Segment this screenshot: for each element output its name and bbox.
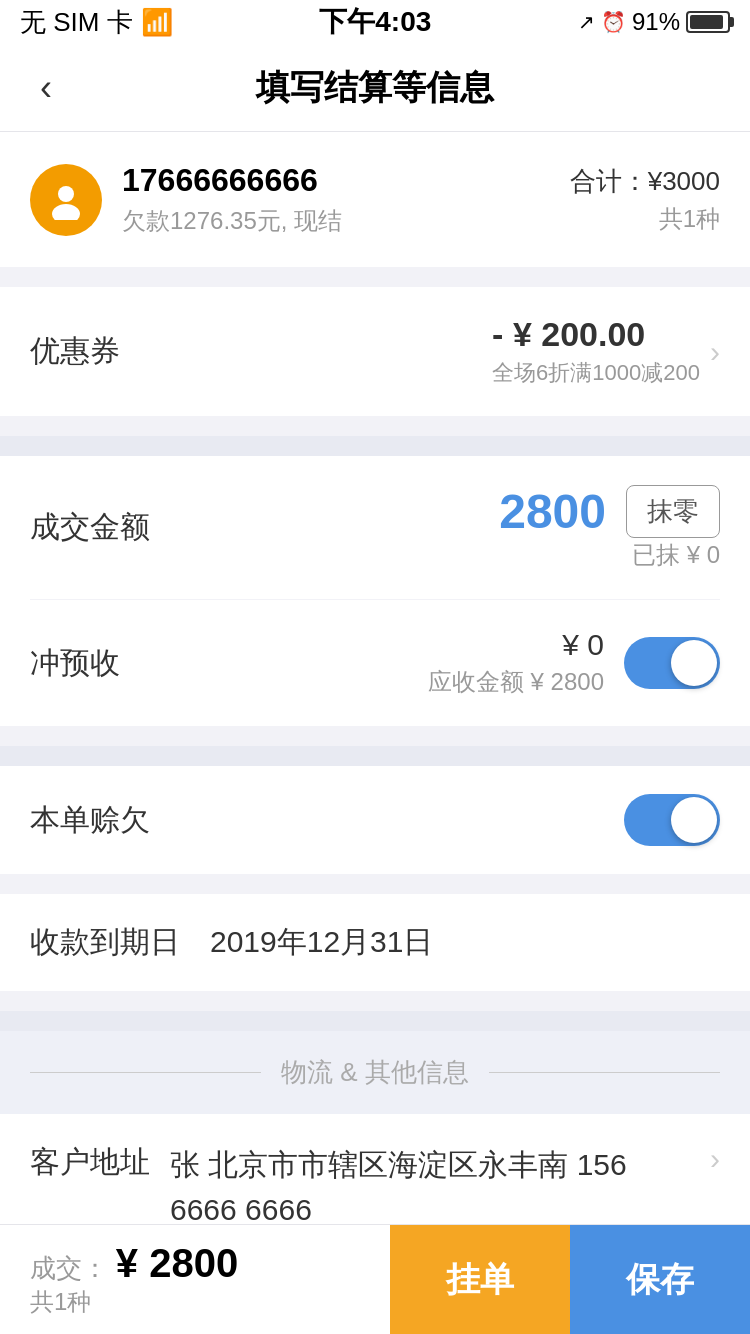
- address-label: 客户地址: [30, 1142, 150, 1183]
- battery-percent: 91%: [632, 8, 680, 36]
- total-count: 共1种: [570, 203, 720, 235]
- transaction-amount-label: 成交金额: [30, 507, 150, 548]
- battery-icon: [686, 11, 730, 33]
- footer-deal-label: 成交：: [30, 1253, 108, 1283]
- save-button[interactable]: 保存: [570, 1225, 750, 1335]
- coupon-desc: 全场6折满1000减200: [492, 358, 700, 388]
- due-date-prefix: 收款到期日: [30, 925, 210, 958]
- logistics-divider: 物流 & 其他信息: [0, 1031, 750, 1114]
- back-button[interactable]: ‹: [30, 57, 62, 119]
- coupon-row[interactable]: 优惠券 - ¥ 200.00 全场6折满1000减200 ›: [0, 287, 750, 416]
- precharge-label: 冲预收: [30, 643, 120, 684]
- debt-toggle-knob: [671, 797, 717, 843]
- pending-button[interactable]: 挂单: [390, 1225, 570, 1335]
- transaction-amount-value: 2800: [499, 484, 606, 539]
- debt-toggle[interactable]: [624, 794, 720, 846]
- section-divider-3: [0, 1011, 750, 1031]
- round-zero-button[interactable]: 抹零: [626, 485, 720, 538]
- address-value: 张 北京市市辖区海淀区永丰南 156 6666 6666: [170, 1142, 690, 1232]
- section-divider-2: [0, 746, 750, 766]
- coupon-label: 优惠券: [30, 331, 120, 372]
- status-bar: 无 SIM 卡 📶 下午4:03 ↗ ⏰ 91%: [0, 0, 750, 44]
- footer-info: 成交： ¥ 2800 共1种: [0, 1241, 390, 1318]
- location-icon: ↗: [578, 10, 595, 34]
- address-chevron-icon: ›: [710, 1142, 720, 1176]
- debt-label: 本单赊欠: [30, 800, 150, 841]
- due-date-label: 收款到期日 2019年12月31日: [30, 925, 433, 958]
- precharge-toggle[interactable]: [624, 637, 720, 689]
- chevron-right-icon: ›: [710, 335, 720, 369]
- content-area: 17666666666 欠款1276.35元, 现结 合计：¥3000 共1种 …: [0, 132, 750, 1334]
- page-title: 填写结算等信息: [256, 65, 494, 111]
- footer-amount: ¥ 2800: [116, 1241, 238, 1285]
- nav-bar: ‹ 填写结算等信息: [0, 44, 750, 132]
- transaction-amount-sub: 已抹 ¥ 0: [499, 539, 720, 571]
- carrier-text: 无 SIM 卡: [20, 5, 133, 40]
- customer-info-card: 17666666666 欠款1276.35元, 现结 合计：¥3000 共1种: [0, 132, 750, 267]
- svg-point-1: [52, 204, 80, 220]
- section-divider-1: [0, 436, 750, 456]
- due-date-value: 2019年12月31日: [210, 925, 433, 958]
- wifi-icon: 📶: [141, 7, 173, 38]
- due-date-section: 收款到期日 2019年12月31日: [0, 894, 750, 991]
- clock-time: 下午4:03: [319, 6, 431, 37]
- alarm-icon: ⏰: [601, 10, 626, 34]
- precharge-sub: 应收金额 ¥ 2800: [428, 666, 604, 698]
- total-label: 合计：¥3000: [570, 164, 720, 199]
- amount-section: 成交金额 2800 抹零 已抹 ¥ 0 冲预收 ¥ 0 应收金额 ¥ 2800: [0, 456, 750, 726]
- footer-bar: 成交： ¥ 2800 共1种 挂单 保存: [0, 1224, 750, 1334]
- logistics-divider-text: 物流 & 其他信息: [261, 1055, 489, 1090]
- customer-phone: 17666666666: [122, 162, 342, 199]
- footer-count: 共1种: [30, 1286, 360, 1318]
- divider-line-right: [489, 1072, 720, 1073]
- toggle-knob: [671, 640, 717, 686]
- customer-subtitle: 欠款1276.35元, 现结: [122, 205, 342, 237]
- coupon-amount: - ¥ 200.00: [492, 315, 700, 354]
- svg-point-0: [58, 186, 74, 202]
- avatar: [30, 164, 102, 236]
- debt-section: 本单赊欠: [0, 766, 750, 874]
- transaction-amount-row: 成交金额 2800 抹零 已抹 ¥ 0: [30, 456, 720, 600]
- precharge-row: 冲预收 ¥ 0 应收金额 ¥ 2800: [30, 600, 720, 726]
- precharge-amount: ¥ 0: [428, 628, 604, 662]
- divider-line-left: [30, 1072, 261, 1073]
